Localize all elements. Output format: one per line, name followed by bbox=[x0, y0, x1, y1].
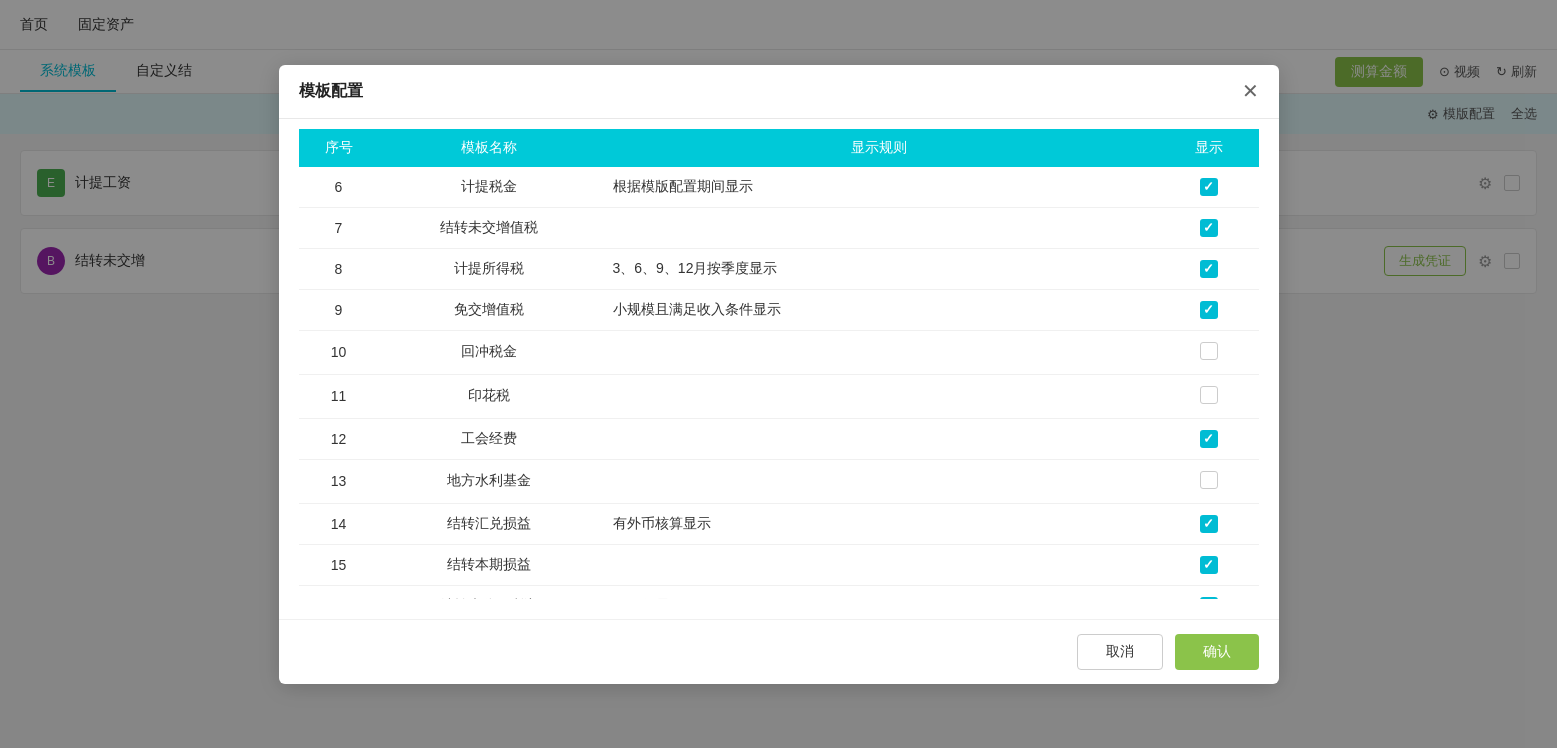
cell-checkbox bbox=[1159, 544, 1259, 585]
row-checkbox[interactable] bbox=[1200, 597, 1218, 599]
cell-id: 15 bbox=[299, 544, 379, 585]
cell-name: 工会经费 bbox=[379, 418, 599, 459]
cell-rule bbox=[599, 374, 1159, 418]
cell-checkbox bbox=[1159, 503, 1259, 544]
table-row: 16结转未分配利润12月份显示 bbox=[299, 585, 1259, 599]
table-row: 7结转未交增值税 bbox=[299, 207, 1259, 248]
cell-name: 结转未交增值税 bbox=[379, 207, 599, 248]
cell-checkbox bbox=[1159, 248, 1259, 289]
modal-header: 模板配置 ✕ bbox=[279, 65, 1279, 119]
row-checkbox[interactable] bbox=[1200, 342, 1218, 360]
row-checkbox[interactable] bbox=[1200, 260, 1218, 278]
cell-name: 免交增值税 bbox=[379, 289, 599, 330]
cell-name: 结转汇兑损益 bbox=[379, 503, 599, 544]
col-header-name: 模板名称 bbox=[379, 129, 599, 167]
cell-rule bbox=[599, 418, 1159, 459]
row-checkbox[interactable] bbox=[1200, 178, 1218, 196]
modal-table: 序号 模板名称 显示规则 显示 6计提税金根据模版配置期间显示7结转未交增值税8… bbox=[299, 129, 1259, 599]
cell-rule bbox=[599, 207, 1159, 248]
modal-template-config: 模板配置 ✕ 序号 模板名称 显示规则 显示 6计提税金根据模版配置期间显 bbox=[279, 65, 1279, 684]
row-checkbox[interactable] bbox=[1200, 430, 1218, 448]
cell-checkbox bbox=[1159, 289, 1259, 330]
cell-id: 13 bbox=[299, 459, 379, 503]
table-row: 8计提所得税3、6、9、12月按季度显示 bbox=[299, 248, 1259, 289]
cell-rule bbox=[599, 459, 1159, 503]
cancel-button[interactable]: 取消 bbox=[1077, 634, 1163, 670]
cell-id: 14 bbox=[299, 503, 379, 544]
cell-rule: 根据模版配置期间显示 bbox=[599, 167, 1159, 208]
cell-id: 16 bbox=[299, 585, 379, 599]
table-row: 6计提税金根据模版配置期间显示 bbox=[299, 167, 1259, 208]
col-header-id: 序号 bbox=[299, 129, 379, 167]
cell-checkbox bbox=[1159, 207, 1259, 248]
modal-body: 序号 模板名称 显示规则 显示 6计提税金根据模版配置期间显示7结转未交增值税8… bbox=[279, 119, 1279, 619]
modal-scroll-wrapper[interactable]: 序号 模板名称 显示规则 显示 6计提税金根据模版配置期间显示7结转未交增值税8… bbox=[299, 119, 1259, 599]
cell-id: 10 bbox=[299, 330, 379, 374]
row-checkbox[interactable] bbox=[1200, 219, 1218, 237]
table-row: 9免交增值税小规模且满足收入条件显示 bbox=[299, 289, 1259, 330]
row-checkbox[interactable] bbox=[1200, 556, 1218, 574]
cell-checkbox bbox=[1159, 418, 1259, 459]
cell-checkbox bbox=[1159, 167, 1259, 208]
table-row: 12工会经费 bbox=[299, 418, 1259, 459]
cell-checkbox bbox=[1159, 330, 1259, 374]
modal-title: 模板配置 bbox=[299, 81, 363, 102]
cell-name: 印花税 bbox=[379, 374, 599, 418]
table-row: 13地方水利基金 bbox=[299, 459, 1259, 503]
modal-overlay: 模板配置 ✕ 序号 模板名称 显示规则 显示 6计提税金根据模版配置期间显 bbox=[0, 0, 1557, 748]
cell-rule bbox=[599, 330, 1159, 374]
table-row: 14结转汇兑损益有外币核算显示 bbox=[299, 503, 1259, 544]
row-checkbox[interactable] bbox=[1200, 301, 1218, 319]
cell-rule: 3、6、9、12月按季度显示 bbox=[599, 248, 1159, 289]
modal-footer: 取消 确认 bbox=[279, 619, 1279, 684]
table-row: 15结转本期损益 bbox=[299, 544, 1259, 585]
cell-checkbox bbox=[1159, 585, 1259, 599]
row-checkbox[interactable] bbox=[1200, 515, 1218, 533]
confirm-button[interactable]: 确认 bbox=[1175, 634, 1259, 670]
cell-name: 回冲税金 bbox=[379, 330, 599, 374]
cell-id: 8 bbox=[299, 248, 379, 289]
cell-rule bbox=[599, 544, 1159, 585]
modal-close-button[interactable]: ✕ bbox=[1242, 81, 1259, 101]
cell-id: 6 bbox=[299, 167, 379, 208]
cell-rule: 12月份显示 bbox=[599, 585, 1159, 599]
cell-name: 结转未分配利润 bbox=[379, 585, 599, 599]
cell-name: 结转本期损益 bbox=[379, 544, 599, 585]
cell-rule: 有外币核算显示 bbox=[599, 503, 1159, 544]
cell-id: 11 bbox=[299, 374, 379, 418]
table-row: 11印花税 bbox=[299, 374, 1259, 418]
cell-checkbox bbox=[1159, 459, 1259, 503]
cell-name: 计提税金 bbox=[379, 167, 599, 208]
row-checkbox[interactable] bbox=[1200, 386, 1218, 404]
col-header-rule: 显示规则 bbox=[599, 129, 1159, 167]
row-checkbox[interactable] bbox=[1200, 471, 1218, 489]
col-header-show: 显示 bbox=[1159, 129, 1259, 167]
cell-checkbox bbox=[1159, 374, 1259, 418]
cell-id: 12 bbox=[299, 418, 379, 459]
cell-id: 9 bbox=[299, 289, 379, 330]
cell-name: 计提所得税 bbox=[379, 248, 599, 289]
table-row: 10回冲税金 bbox=[299, 330, 1259, 374]
table-header-row: 序号 模板名称 显示规则 显示 bbox=[299, 129, 1259, 167]
cell-id: 7 bbox=[299, 207, 379, 248]
cell-rule: 小规模且满足收入条件显示 bbox=[599, 289, 1159, 330]
cell-name: 地方水利基金 bbox=[379, 459, 599, 503]
